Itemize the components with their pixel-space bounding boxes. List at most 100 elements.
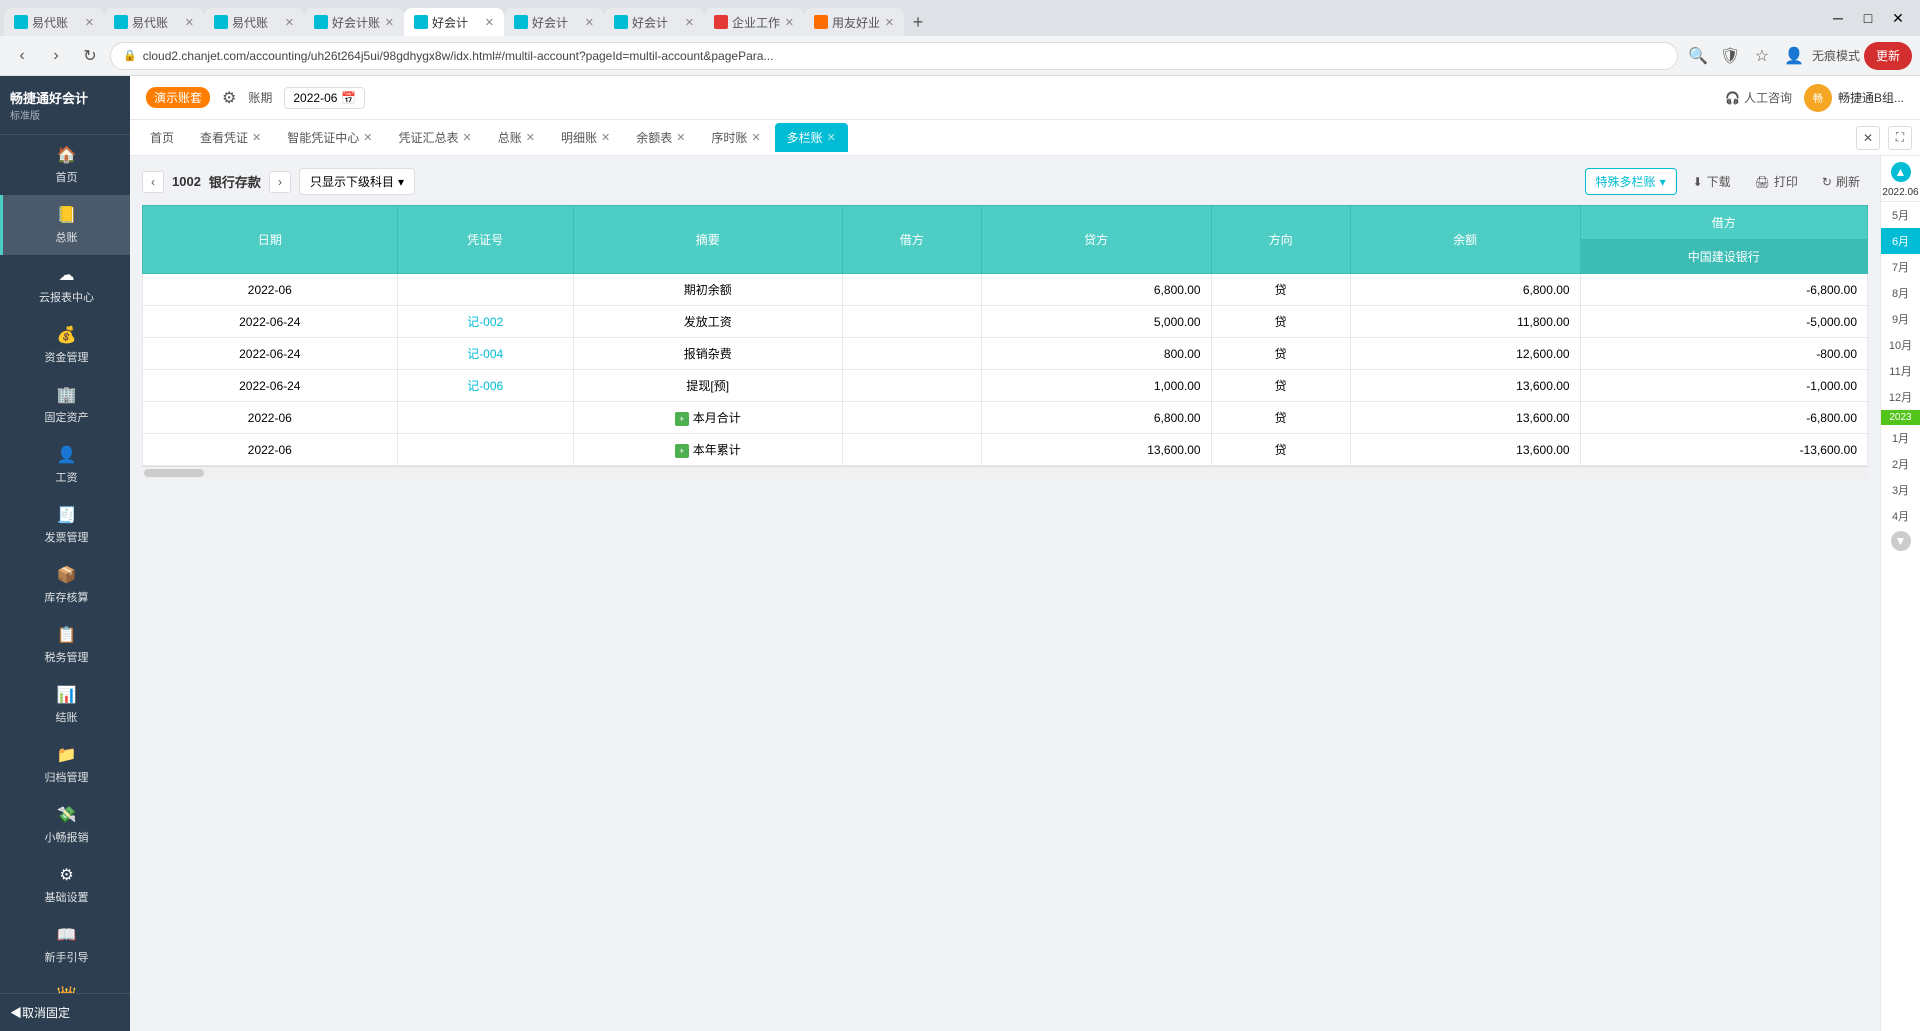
tab-close-4[interactable]: ✕ (485, 16, 494, 29)
maximize-button[interactable]: □ (1854, 4, 1882, 32)
profile-icon[interactable]: 👤 (1780, 42, 1808, 70)
voucher-link[interactable]: 记-006 (467, 379, 503, 393)
page-tab-close-4[interactable]: ✕ (526, 131, 535, 144)
sidebar-item-首页[interactable]: 🏠首页 (0, 135, 130, 195)
horizontal-scrollbar[interactable] (142, 466, 1868, 478)
page-tab-close-8[interactable]: ✕ (827, 131, 836, 144)
expand-button[interactable]: ⛶ (1888, 126, 1912, 150)
sidebar-item-固定资产[interactable]: 🏢固定资产 (0, 375, 130, 435)
tab-close-8[interactable]: ✕ (885, 16, 894, 29)
reload-button[interactable]: ↻ (76, 42, 104, 70)
calendar-month-2023-1月[interactable]: 1月 (1881, 425, 1920, 451)
page-tab-明细账[interactable]: 明细账✕ (549, 123, 622, 152)
page-tab-多栏账[interactable]: 多栏账✕ (775, 123, 848, 152)
back-button[interactable]: ‹ (8, 42, 36, 70)
refresh-button[interactable]: ↻ 刷新 (1814, 168, 1868, 195)
voucher-link[interactable]: 记-004 (467, 347, 503, 361)
sidebar-item-新手引导[interactable]: 📖新手引导 (0, 915, 130, 975)
close-button[interactable]: ✕ (1884, 4, 1912, 32)
calendar-up-button[interactable]: ▲ (1891, 162, 1911, 182)
calendar-month-11月[interactable]: 11月 (1881, 358, 1920, 384)
calendar-month-2023-3月[interactable]: 3月 (1881, 477, 1920, 503)
star-icon[interactable]: ☆ (1748, 42, 1776, 70)
period-value: 2022-06 (293, 91, 337, 105)
page-tab-首页[interactable]: 首页 (138, 123, 186, 152)
notrack-btn[interactable]: 无痕模式 (1812, 42, 1860, 70)
forward-button[interactable]: › (42, 42, 70, 70)
sidebar-item-结账[interactable]: 📊结账 (0, 675, 130, 735)
browser-tab-4[interactable]: 好会计✕ (404, 8, 504, 36)
sidebar-item-基础设置[interactable]: ⚙基础设置 (0, 855, 130, 915)
calendar-month-2023-4月[interactable]: 4月 (1881, 503, 1920, 529)
tab-close-7[interactable]: ✕ (785, 16, 794, 29)
tab-close-0[interactable]: ✕ (85, 16, 94, 29)
sidebar-item-库存核算[interactable]: 📦库存核算 (0, 555, 130, 615)
calendar-month-2023-2月[interactable]: 2月 (1881, 451, 1920, 477)
page-tab-close-2[interactable]: ✕ (363, 131, 372, 144)
calendar-month-9月[interactable]: 9月 (1881, 306, 1920, 332)
shield-icon[interactable]: 🛡 (1716, 42, 1744, 70)
address-bar[interactable]: 🔒 cloud2.chanjet.com/accounting/uh26t264… (110, 42, 1678, 70)
settings-icon[interactable]: ⚙ (222, 88, 236, 108)
calendar-down-button[interactable]: ▼ (1891, 531, 1911, 551)
page-tab-余额表[interactable]: 余额表✕ (624, 123, 697, 152)
tab-close-3[interactable]: ✕ (385, 16, 394, 29)
calendar-month-6月[interactable]: 6月 (1881, 228, 1920, 254)
browser-tab-1[interactable]: 易代账✕ (104, 8, 204, 36)
green-dot: + (675, 444, 689, 458)
download-button[interactable]: ⬇ 下载 (1685, 168, 1739, 195)
page-tab-凭证汇总表[interactable]: 凭证汇总表✕ (386, 123, 483, 152)
sidebar-item-工资[interactable]: 👤工资 (0, 435, 130, 495)
new-tab-button[interactable]: + (904, 8, 932, 36)
browser-tab-6[interactable]: 好会计✕ (604, 8, 704, 36)
sidebar-item-畅会员[interactable]: 👑畅会员 (0, 975, 130, 993)
calendar-month-5月[interactable]: 5月 (1881, 202, 1920, 228)
calendar-month-10月[interactable]: 10月 (1881, 332, 1920, 358)
sidebar-item-云报表中心[interactable]: ☁云报表中心 (0, 255, 130, 315)
browser-tab-8[interactable]: 用友好业✕ (804, 8, 904, 36)
browser-chrome: 易代账✕易代账✕易代账✕好会计账✕好会计✕好会计✕好会计✕企业工作✕用友好业✕+… (0, 0, 1920, 36)
sidebar-item-总账[interactable]: 📒总账 (0, 195, 130, 255)
top-bar: 演示账套 ⚙ 账期 2022-06 📅 🎧 人工咨询 畅 畅捷通B组... (130, 76, 1920, 120)
page-tab-close-3[interactable]: ✕ (463, 131, 472, 144)
ai-consult-button[interactable]: 🎧 人工咨询 (1725, 89, 1792, 106)
user-button[interactable]: 畅 畅捷通B组... (1804, 84, 1904, 112)
calendar-month-12月[interactable]: 12月 (1881, 384, 1920, 410)
tab-close-5[interactable]: ✕ (585, 16, 594, 29)
voucher-link[interactable]: 记-002 (467, 315, 503, 329)
next-account-button[interactable]: › (269, 171, 291, 193)
calendar-month-8月[interactable]: 8月 (1881, 280, 1920, 306)
page-tab-close-6[interactable]: ✕ (676, 131, 685, 144)
sidebar-item-归档管理[interactable]: 📁归档管理 (0, 735, 130, 795)
filter-button[interactable]: 只显示下级科目 ▾ (299, 168, 415, 195)
browser-tab-0[interactable]: 易代账✕ (4, 8, 104, 36)
tab-close-1[interactable]: ✕ (185, 16, 194, 29)
sidebar-item-资金管理[interactable]: 💰资金管理 (0, 315, 130, 375)
print-button[interactable]: 🖨 打印 (1747, 168, 1806, 195)
browser-tab-2[interactable]: 易代账✕ (204, 8, 304, 36)
minimize-button[interactable]: ─ (1824, 4, 1852, 32)
browser-tab-3[interactable]: 好会计账✕ (304, 8, 404, 36)
page-tab-查看凭证[interactable]: 查看凭证✕ (188, 123, 273, 152)
prev-account-button[interactable]: ‹ (142, 171, 164, 193)
search-icon[interactable]: 🔍 (1684, 42, 1712, 70)
page-tab-序时账[interactable]: 序时账✕ (699, 123, 772, 152)
page-tab-close-5[interactable]: ✕ (601, 131, 610, 144)
update-button[interactable]: 更新 (1864, 42, 1912, 70)
sidebar-item-小畅报销[interactable]: 💸小畅报销 (0, 795, 130, 855)
calendar-month-7月[interactable]: 7月 (1881, 254, 1920, 280)
tab-close-6[interactable]: ✕ (685, 16, 694, 29)
period-button[interactable]: 2022-06 📅 (284, 87, 365, 109)
browser-tab-5[interactable]: 好会计✕ (504, 8, 604, 36)
sidebar-footer[interactable]: ◀取消固定 (0, 993, 130, 1031)
sidebar-item-发票管理[interactable]: 🧾发票管理 (0, 495, 130, 555)
page-tab-总账[interactable]: 总账✕ (486, 123, 547, 152)
close-panel-button[interactable]: ✕ (1856, 126, 1880, 150)
page-tab-智能凭证中心[interactable]: 智能凭证中心✕ (275, 123, 384, 152)
page-tab-close-7[interactable]: ✕ (751, 131, 760, 144)
special-ledger-button[interactable]: 特殊多栏账 ▾ (1585, 168, 1677, 195)
browser-tab-7[interactable]: 企业工作✕ (704, 8, 804, 36)
page-tab-close-1[interactable]: ✕ (252, 131, 261, 144)
sidebar-item-税务管理[interactable]: 📋税务管理 (0, 615, 130, 675)
tab-close-2[interactable]: ✕ (285, 16, 294, 29)
